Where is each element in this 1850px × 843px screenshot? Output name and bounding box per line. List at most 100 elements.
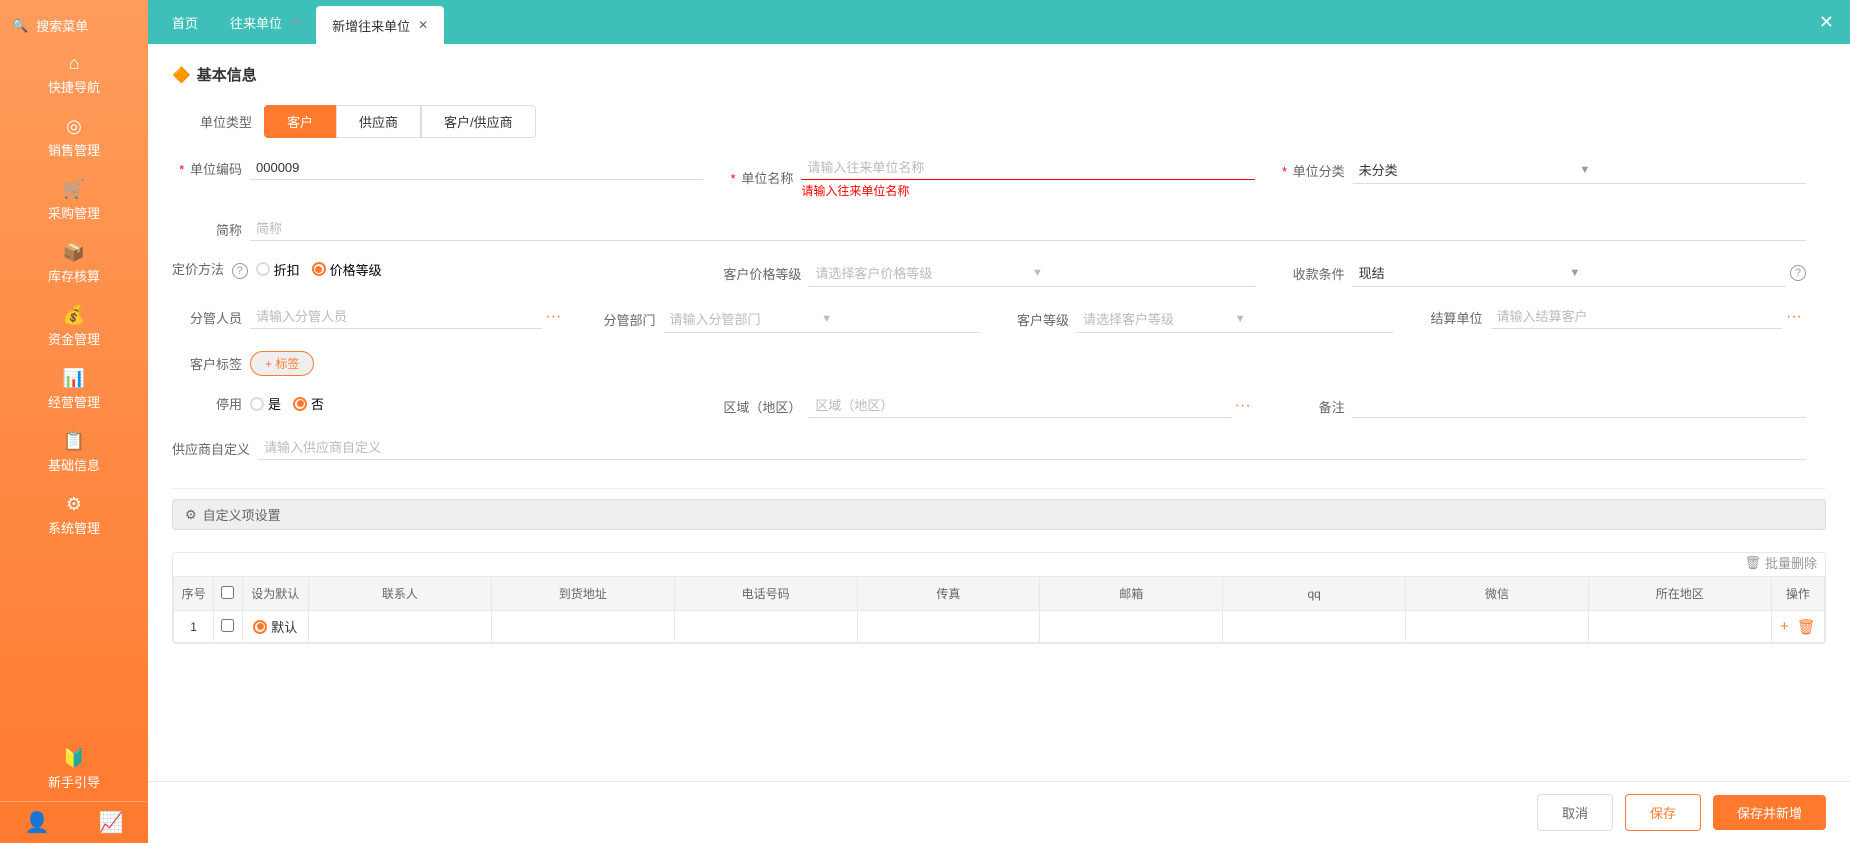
settlement-more-btn[interactable]: ···	[1782, 308, 1806, 326]
sidebar-item-operations[interactable]: 📊 经营管理	[0, 358, 148, 421]
manager-input[interactable]	[250, 305, 542, 329]
delete-row-button[interactable]: 🗑	[1797, 618, 1816, 636]
supplier-custom-input[interactable]	[258, 436, 1806, 460]
sidebar-item-basics[interactable]: 📋 基础信息	[0, 421, 148, 484]
batch-delete-button[interactable]: 🗑 批量删除	[1744, 553, 1817, 572]
add-row-button[interactable]: +	[1780, 618, 1789, 636]
pricing-method-label: 定价方法 ?	[172, 259, 248, 279]
content-area: 🔶 基本信息 单位类型 客户 供应商 客户/供应商 * 单位编码 * 单位名称	[148, 44, 1850, 781]
contact-table-section: 🗑 批量删除 序号 设为默认 联系人 到货地址 电话号码 传真 邮箱 qq	[172, 552, 1826, 644]
chart-icon[interactable]: 📈	[99, 810, 124, 835]
tab-new-partner[interactable]: 新增往来单位 ✕	[316, 6, 444, 44]
customer-price-level-select[interactable]: 请选择客户价格等级 ▼	[809, 259, 1254, 287]
sidebar: 🔍 搜索菜单 ⌂ 快捷导航 ◎ 销售管理 🛒 采购管理 📦 库存核算 💰 资金管…	[0, 0, 148, 843]
cell-wechat[interactable]	[1406, 611, 1589, 643]
pricing-radio-level[interactable]: 价格等级	[312, 260, 382, 279]
cancel-button[interactable]: 取消	[1537, 794, 1613, 831]
remarks-input[interactable]	[1353, 394, 1806, 418]
region-input[interactable]	[809, 394, 1230, 418]
fax-input[interactable]	[864, 620, 1034, 634]
col-email: 邮箱	[1040, 577, 1223, 611]
contact-input[interactable]	[315, 620, 485, 634]
sidebar-item-finance[interactable]: 💰 资金管理	[0, 295, 148, 358]
cell-phone[interactable]	[674, 611, 857, 643]
bottom-bar: 取消 保存 保存并新增	[148, 781, 1850, 843]
tab-bar: 首页 往来单位 ✕ 新增往来单位 ✕ ✕	[148, 0, 1850, 44]
unit-category-select[interactable]: 未分类 ▼	[1353, 156, 1806, 184]
tab-bar-close-button[interactable]: ✕	[1811, 12, 1842, 33]
type-btn-both[interactable]: 客户/供应商	[421, 105, 536, 138]
cell-fax[interactable]	[857, 611, 1040, 643]
settlement-label: 结算单位	[1413, 308, 1483, 327]
qq-input[interactable]	[1229, 620, 1399, 634]
delete-icon: 🗑	[1744, 555, 1761, 571]
select-all-checkbox[interactable]	[221, 586, 234, 599]
save-button[interactable]: 保存	[1625, 794, 1701, 831]
cell-checkbox	[214, 611, 242, 643]
customer-level-select[interactable]: 请选择客户等级 ▼	[1077, 305, 1393, 333]
remarks-field: 备注	[1275, 394, 1806, 418]
cell-email[interactable]	[1040, 611, 1223, 643]
sidebar-footer: 👤 📈	[0, 801, 148, 843]
row-checkbox[interactable]	[221, 619, 234, 632]
col-action: 操作	[1771, 577, 1824, 611]
sidebar-item-quick-nav[interactable]: ⌂ 快捷导航	[0, 43, 148, 106]
pricing-radio-discount[interactable]: 折扣	[256, 260, 300, 279]
user-icon[interactable]: 👤	[25, 810, 50, 835]
cell-contact[interactable]	[308, 611, 491, 643]
section-title: 基本信息	[197, 64, 257, 85]
payment-help-icon[interactable]: ?	[1790, 265, 1806, 281]
department-select[interactable]: 请输入分管部门 ▼	[664, 305, 980, 333]
tab-home[interactable]: 首页	[156, 0, 214, 44]
cell-qq[interactable]	[1223, 611, 1406, 643]
disabled-radio-yes[interactable]: 是	[250, 394, 281, 413]
supplier-custom-label: 供应商自定义	[172, 439, 250, 458]
search-menu[interactable]: 🔍 搜索菜单	[0, 8, 148, 43]
chevron-down-icon-2: ▼	[1032, 267, 1249, 279]
row-region-input[interactable]	[1595, 620, 1765, 634]
type-btn-customer[interactable]: 客户	[264, 105, 336, 138]
unit-code-input[interactable]	[250, 156, 703, 180]
department-label: 分管部门	[586, 310, 656, 329]
sidebar-item-guide[interactable]: 🔰 新手引导	[0, 738, 148, 801]
col-checkbox	[214, 577, 242, 611]
settlement-input[interactable]	[1491, 305, 1783, 329]
short-name-input[interactable]	[250, 217, 1806, 241]
cell-region[interactable]	[1588, 611, 1771, 643]
search-icon: 🔍	[12, 18, 28, 34]
tab-close-new-partner[interactable]: ✕	[418, 18, 428, 32]
sales-icon: ◎	[66, 116, 82, 137]
save-new-button[interactable]: 保存并新增	[1713, 795, 1826, 830]
customer-level-field: 客户等级 请选择客户等级 ▼	[999, 305, 1393, 333]
tab-partners[interactable]: 往来单位 ✕	[214, 0, 316, 44]
customer-level-label: 客户等级	[999, 310, 1069, 329]
pricing-radio-group: 折扣 价格等级	[256, 260, 382, 279]
phone-input[interactable]	[681, 620, 851, 634]
unit-category-field: * 单位分类 未分类 ▼	[1275, 156, 1806, 184]
email-input[interactable]	[1046, 620, 1216, 634]
type-btn-supplier[interactable]: 供应商	[336, 105, 421, 138]
unit-code-label: * 单位编码	[172, 159, 242, 178]
sidebar-item-system[interactable]: ⚙ 系统管理	[0, 484, 148, 547]
address-input[interactable]	[498, 620, 668, 634]
disabled-radio-no[interactable]: 否	[293, 394, 324, 413]
unit-name-input[interactable]	[801, 156, 1254, 180]
sidebar-item-sales[interactable]: ◎ 销售管理	[0, 106, 148, 169]
custom-settings-button[interactable]: ⚙ 自定义项设置	[172, 499, 1826, 530]
payment-terms-select[interactable]: 现结 ▼	[1353, 259, 1786, 287]
tab-close-partners[interactable]: ✕	[290, 15, 300, 29]
payment-terms-label: 收款条件	[1275, 264, 1345, 283]
manager-label: 分管人员	[172, 308, 242, 327]
manager-more-btn[interactable]: ···	[542, 308, 566, 326]
region-more-btn[interactable]: ···	[1231, 397, 1255, 415]
add-tag-button[interactable]: + 标签	[250, 351, 314, 376]
disabled-radio-group: 是 否	[250, 394, 324, 413]
chevron-down-icon-3: ▼	[1569, 267, 1780, 279]
cell-address[interactable]	[491, 611, 674, 643]
sidebar-item-inventory[interactable]: 📦 库存核算	[0, 232, 148, 295]
default-radio[interactable]: 默认	[249, 617, 302, 636]
pricing-help-icon[interactable]: ?	[232, 263, 248, 279]
wechat-input[interactable]	[1412, 620, 1582, 634]
col-contact: 联系人	[308, 577, 491, 611]
sidebar-item-purchase[interactable]: 🛒 采购管理	[0, 169, 148, 232]
